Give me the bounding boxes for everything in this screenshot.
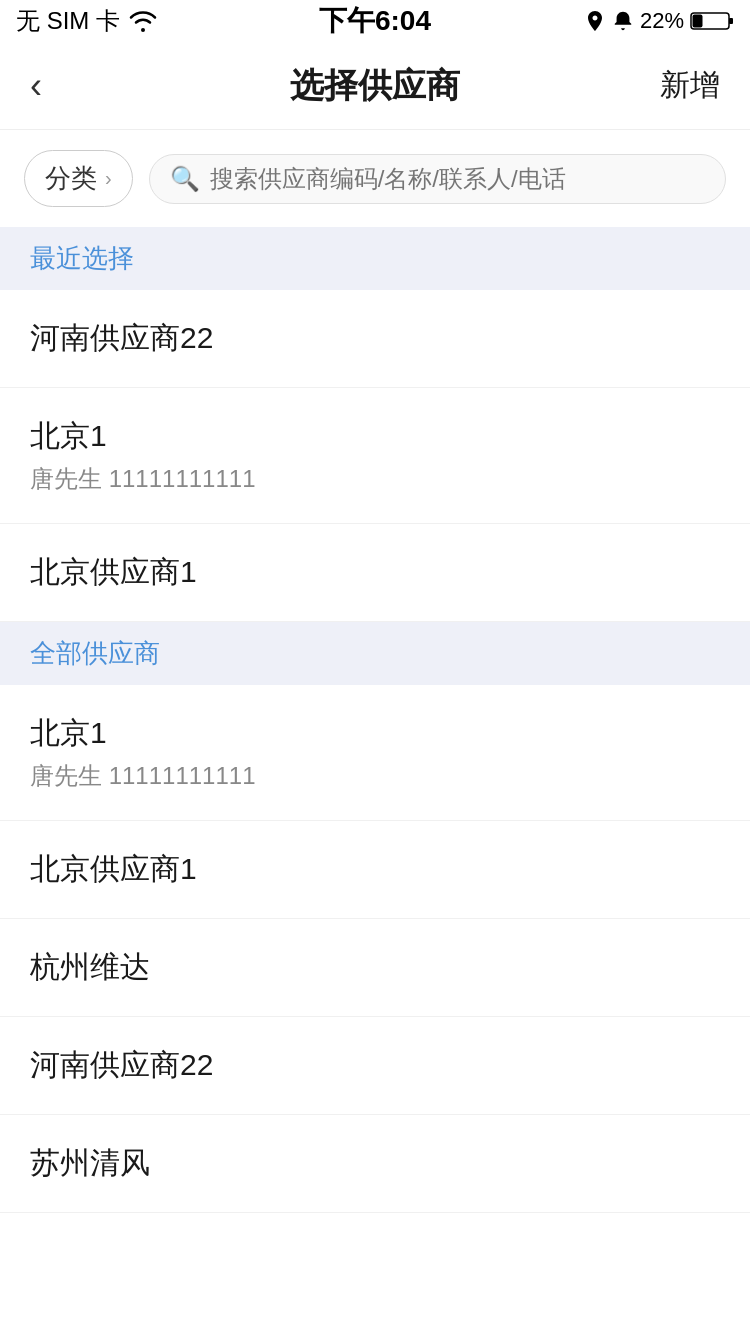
item-name: 北京1 <box>30 713 720 754</box>
add-button[interactable]: 新增 <box>660 65 720 106</box>
alarm-icon <box>612 9 634 33</box>
search-box[interactable]: 🔍 <box>149 154 726 204</box>
search-input[interactable] <box>210 165 705 193</box>
search-icon: 🔍 <box>170 165 200 193</box>
list-item[interactable]: 苏州清风 <box>0 1115 750 1213</box>
status-time: 下午6:04 <box>319 2 431 40</box>
list-item[interactable]: 杭州维达 <box>0 919 750 1017</box>
nav-bar: ‹ 选择供应商 新增 <box>0 42 750 130</box>
battery-icon <box>690 10 734 32</box>
status-right: 22% <box>584 8 734 34</box>
filter-row: 分类 › 🔍 <box>0 130 750 227</box>
wifi-icon <box>128 10 158 32</box>
item-name: 杭州维达 <box>30 947 720 988</box>
list-item[interactable]: 北京1 唐先生 11111111111 <box>0 685 750 821</box>
list-item[interactable]: 北京供应商1 <box>0 821 750 919</box>
list-item[interactable]: 河南供应商22 <box>0 290 750 388</box>
item-name: 北京供应商1 <box>30 552 720 593</box>
item-name: 河南供应商22 <box>30 1045 720 1086</box>
status-left: 无 SIM 卡 <box>16 5 158 37</box>
list-item[interactable]: 北京供应商1 <box>0 524 750 622</box>
all-section-header: 全部供应商 <box>0 622 750 685</box>
item-sub: 唐先生 11111111111 <box>30 760 720 792</box>
item-name: 苏州清风 <box>30 1143 720 1184</box>
no-sim-text: 无 SIM 卡 <box>16 5 120 37</box>
location-icon <box>584 9 606 33</box>
category-label: 分类 <box>45 161 97 196</box>
recent-section-header: 最近选择 <box>0 227 750 290</box>
all-section-label: 全部供应商 <box>30 638 160 668</box>
item-name: 北京供应商1 <box>30 849 720 890</box>
all-list: 北京1 唐先生 11111111111 北京供应商1 杭州维达河南供应商22 苏州清风 <box>0 685 750 1213</box>
page-title: 选择供应商 <box>290 63 460 109</box>
recent-section-label: 最近选择 <box>30 243 134 273</box>
status-bar: 无 SIM 卡 下午6:04 22% <box>0 0 750 42</box>
category-button[interactable]: 分类 › <box>24 150 133 207</box>
item-name: 河南供应商22 <box>30 318 720 359</box>
battery-text: 22% <box>640 8 684 34</box>
svg-rect-2 <box>693 15 703 28</box>
back-button[interactable]: ‹ <box>30 65 90 107</box>
chevron-right-icon: › <box>105 167 112 190</box>
list-item[interactable]: 北京1 唐先生 11111111111 <box>0 388 750 524</box>
recent-list: 河南供应商22 北京1 唐先生 11111111111 北京供应商1 <box>0 290 750 622</box>
svg-rect-1 <box>729 18 733 24</box>
item-name: 北京1 <box>30 416 720 457</box>
item-sub: 唐先生 11111111111 <box>30 463 720 495</box>
list-item[interactable]: 河南供应商22 <box>0 1017 750 1115</box>
